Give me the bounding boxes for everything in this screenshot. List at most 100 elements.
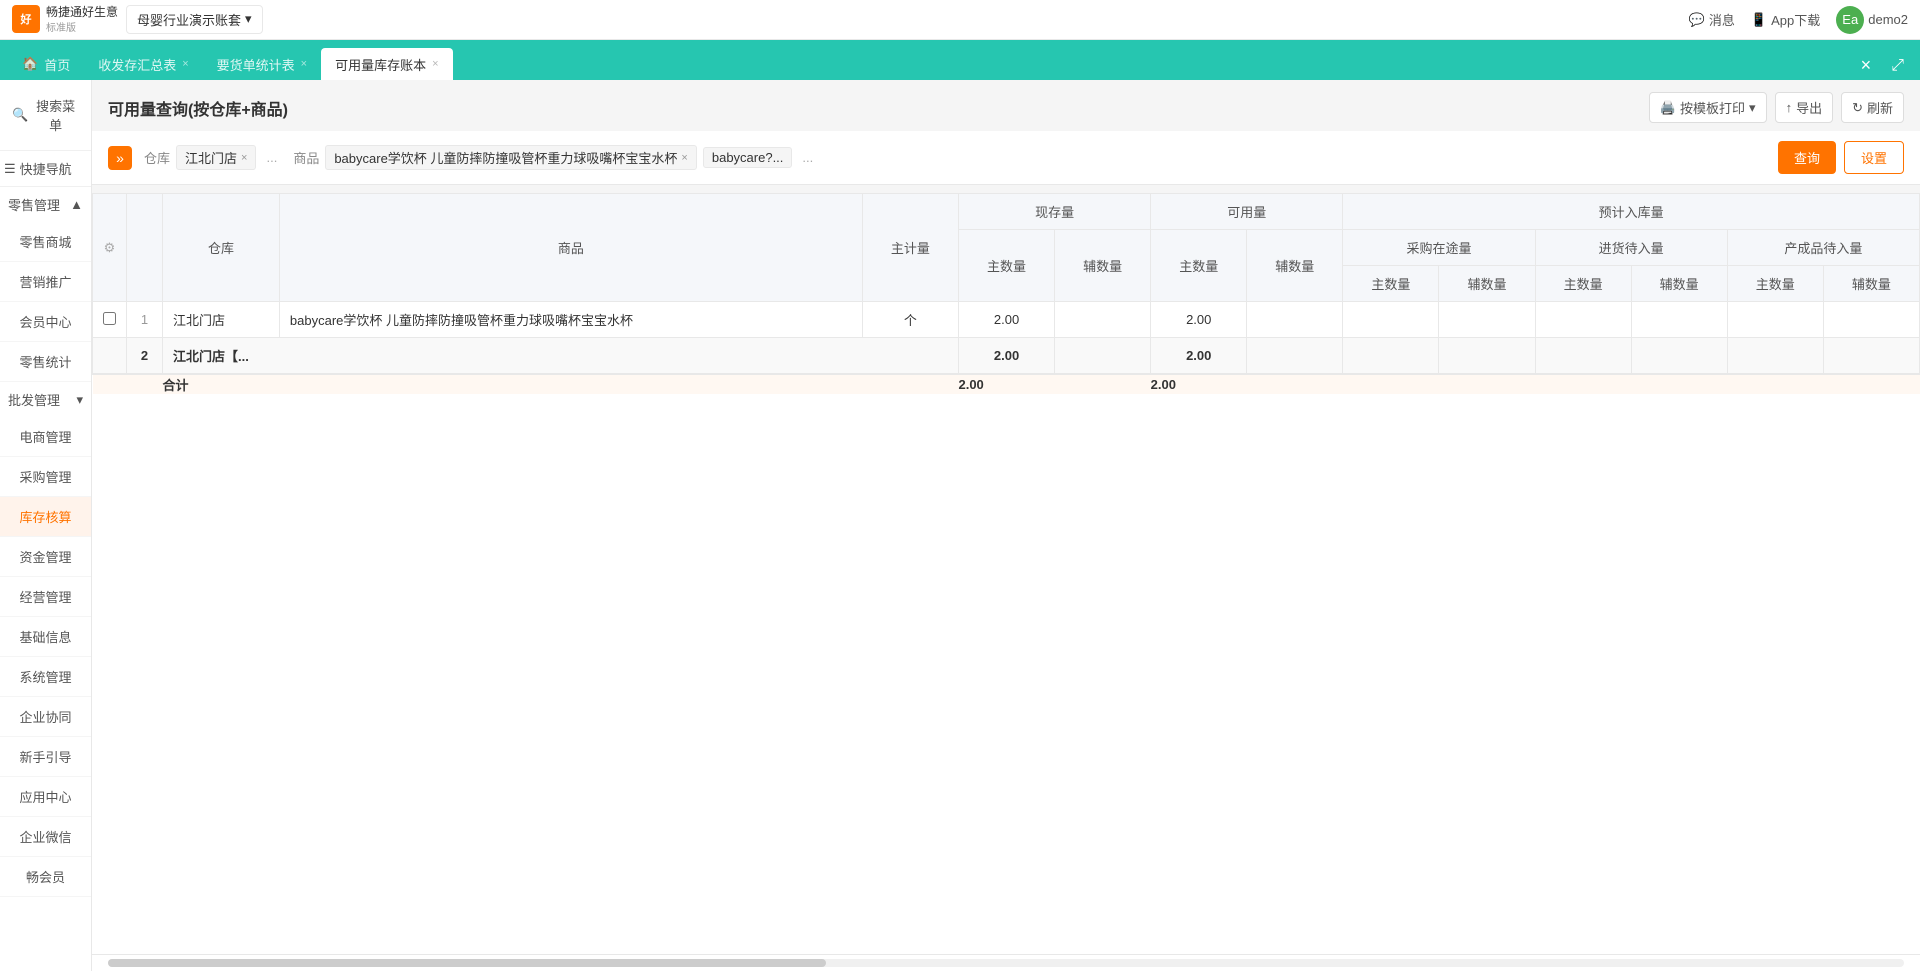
product-label: 商品	[293, 148, 319, 167]
avatar: Ea	[1836, 6, 1864, 34]
tab-collect-close[interactable]: ×	[182, 58, 188, 70]
top-bar: 好 畅捷通好生意 标准版 母婴行业演示账套 ▾ 💬 消息 📱 App下载 Ea …	[0, 0, 1920, 40]
tab-collect[interactable]: 收发存汇总表 ×	[84, 48, 202, 80]
tab-available-label: 可用量库存账本	[335, 55, 426, 74]
search-menu-btn[interactable]: 🔍 搜索菜单	[8, 90, 83, 140]
sub-pur-main	[1343, 338, 1439, 375]
subtotal-row: 2 江北门店【... 2.00 2.00	[93, 338, 1920, 375]
app-download-btn[interactable]: 📱 App下载	[1751, 10, 1820, 29]
sidebar-item-new-guide[interactable]: 新手引导	[0, 737, 91, 777]
row1-pur-main	[1343, 302, 1439, 338]
product-value-2: babycare?...	[712, 150, 784, 165]
message-btn[interactable]: 💬 消息	[1689, 10, 1735, 29]
sidebar-item-ecommerce[interactable]: 电商管理	[0, 417, 91, 457]
total-prod-aux	[1823, 374, 1919, 394]
sidebar-item-marketing[interactable]: 营销推广	[0, 262, 91, 302]
expand-icon[interactable]: ⤢	[1883, 53, 1912, 79]
total-avail-aux	[1247, 374, 1343, 394]
sidebar-base-label: 基础信息	[19, 627, 71, 646]
scrollbar-thumb[interactable]	[108, 959, 826, 967]
logo-text: 畅捷通好生意	[46, 5, 118, 19]
tab-available[interactable]: 可用量库存账本 ×	[321, 48, 452, 80]
page-actions: 🖨️ 按模板打印 ▾ ↑ 导出 ↻ 刷新	[1649, 92, 1904, 123]
product-more-btn[interactable]: ...	[798, 150, 817, 165]
export-label: 导出	[1796, 98, 1822, 117]
quick-nav-btn[interactable]: ☰ 快捷导航	[0, 151, 91, 187]
th-planned-inbound: 预计入库量	[1343, 194, 1920, 230]
th-purchase-transit: 采购在途量	[1343, 230, 1535, 266]
sidebar-item-vip[interactable]: 畅会员	[0, 857, 91, 897]
th-incoming-aux: 辅数量	[1631, 266, 1727, 302]
product-remove-btn-1[interactable]: ×	[681, 152, 687, 164]
sidebar-retail-stats-label: 零售统计	[19, 352, 71, 371]
sidebar-item-member[interactable]: 会员中心	[0, 302, 91, 342]
query-btn[interactable]: 查询	[1778, 141, 1836, 174]
th-settings[interactable]: ⚙	[93, 194, 127, 302]
user-area[interactable]: Ea demo2	[1836, 6, 1908, 34]
sidebar-member-label: 会员中心	[19, 312, 71, 331]
industry-label: 母婴行业演示账套	[137, 10, 241, 29]
total-checkbox	[93, 374, 127, 394]
sub-prod-aux	[1823, 338, 1919, 375]
sidebar-item-inventory[interactable]: 库存核算	[0, 497, 91, 537]
sub-avail-aux	[1247, 338, 1343, 375]
search-icon: 🔍	[12, 107, 28, 123]
sidebar-item-finance[interactable]: 资金管理	[0, 537, 91, 577]
scrollbar-track[interactable]	[108, 959, 1904, 967]
logo-icon: 好	[12, 5, 40, 33]
sidebar-item-app-center[interactable]: 应用中心	[0, 777, 91, 817]
settings-icon[interactable]: ⚙	[104, 240, 116, 255]
sidebar-item-ops[interactable]: 经营管理	[0, 577, 91, 617]
tab-home[interactable]: 🏠 首页	[8, 48, 84, 80]
sidebar-vip-label: 畅会员	[26, 867, 65, 886]
sub-index: 2	[127, 338, 163, 375]
sidebar-item-retail-mgmt[interactable]: 零售管理 ▲	[0, 187, 91, 222]
main-layout: 🔍 搜索菜单 ☰ 快捷导航 零售管理 ▲ 零售商城 营销推广 会员中心 零售统计…	[0, 80, 1920, 971]
warehouse-more-btn[interactable]: ...	[262, 150, 281, 165]
tab-order[interactable]: 要货单统计表 ×	[203, 48, 321, 80]
setting-btn[interactable]: 设置	[1844, 141, 1904, 174]
th-avail-aux: 辅数量	[1247, 230, 1343, 302]
sidebar-item-base-info[interactable]: 基础信息	[0, 617, 91, 657]
th-index	[127, 194, 163, 302]
row1-warehouse: 江北门店	[163, 302, 280, 338]
warehouse-remove-btn[interactable]: ×	[241, 152, 247, 164]
sidebar-item-retail-stats[interactable]: 零售统计	[0, 342, 91, 382]
row1-checkbox[interactable]	[93, 302, 127, 338]
refresh-icon: ↻	[1852, 100, 1863, 116]
total-row: 合计 2.00 2.00	[93, 374, 1920, 394]
tab-order-close[interactable]: ×	[301, 58, 307, 70]
tab-available-close[interactable]: ×	[432, 58, 438, 70]
sidebar-item-retail-mall[interactable]: 零售商城	[0, 222, 91, 262]
content-area: 可用量查询(按仓库+商品) 🖨️ 按模板打印 ▾ ↑ 导出 ↻ 刷新 »	[92, 80, 1920, 971]
filter-product: 商品 babycare学饮杯 儿童防摔防撞吸管杯重力球吸嘴杯宝宝水杯 × bab…	[293, 145, 817, 170]
chevron2-icon: ▾	[76, 392, 83, 408]
sidebar-item-system[interactable]: 系统管理	[0, 657, 91, 697]
checkbox-1[interactable]	[103, 312, 116, 325]
sidebar-ecommerce-label: 电商管理	[19, 427, 71, 446]
table-container: ⚙ 仓库 商品 主计量 现存量	[92, 193, 1920, 954]
tab-home-label: 首页	[44, 55, 70, 74]
th-prod-aux: 辅数量	[1823, 266, 1919, 302]
sidebar-item-wholesale-mgmt[interactable]: 批发管理 ▾	[0, 382, 91, 417]
sidebar-item-purchase[interactable]: 采购管理	[0, 457, 91, 497]
print-label: 按模板打印	[1680, 98, 1745, 117]
search-menu-label: 搜索菜单	[32, 96, 79, 134]
sidebar-item-enterprise[interactable]: 企业协同	[0, 697, 91, 737]
th-stock-main: 主数量	[958, 230, 1054, 302]
product-tag-2: babycare?...	[703, 147, 793, 168]
industry-select[interactable]: 母婴行业演示账套 ▾	[126, 5, 263, 34]
sub-inc-aux	[1631, 338, 1727, 375]
row1-avail-main: 2.00	[1151, 302, 1247, 338]
print-btn[interactable]: 🖨️ 按模板打印 ▾	[1649, 92, 1767, 123]
row1-avail-aux	[1247, 302, 1343, 338]
refresh-btn[interactable]: ↻ 刷新	[1841, 92, 1904, 123]
filter-expand-btn[interactable]: »	[108, 146, 132, 170]
close-all-tabs-btn[interactable]: ×	[1853, 51, 1880, 80]
filter-action-btns: 查询 设置	[1778, 141, 1904, 174]
th-purchase-main: 主数量	[1343, 266, 1439, 302]
app-download-icon: 📱	[1751, 12, 1767, 28]
sidebar-item-enterprise-wechat[interactable]: 企业微信	[0, 817, 91, 857]
total-stock-main: 2.00	[958, 374, 1054, 394]
export-btn[interactable]: ↑ 导出	[1775, 92, 1834, 123]
